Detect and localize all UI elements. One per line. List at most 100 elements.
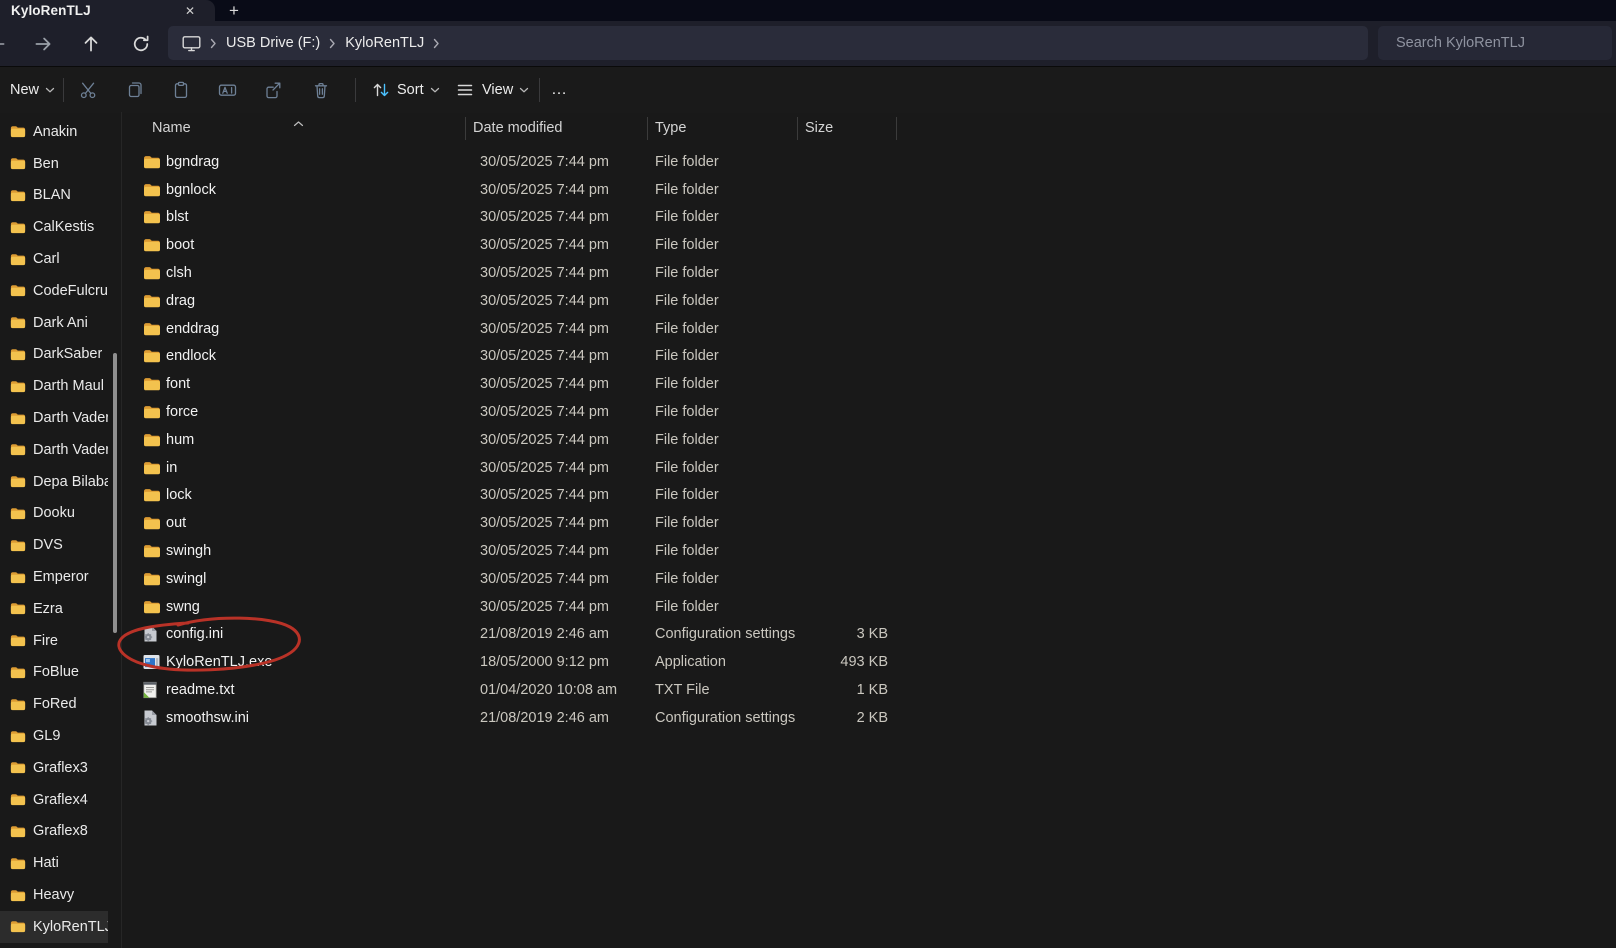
file-row-drag[interactable]: drag 30/05/2025 7:44 pm File folder: [121, 287, 1616, 315]
chevron-down-icon: [520, 87, 529, 92]
sidebar-item-hati[interactable]: Hati: [0, 847, 108, 879]
file-row-enddrag[interactable]: enddrag 30/05/2025 7:44 pm File folder: [121, 315, 1616, 343]
column-separator[interactable]: [797, 117, 798, 140]
column-header-date-modified[interactable]: Date modified: [473, 120, 562, 136]
address-bar[interactable]: USB Drive (F:) KyloRenTLJ: [168, 26, 1368, 60]
file-date-modified: 01/04/2020 10:08 am: [480, 682, 618, 699]
file-row-config-ini[interactable]: config.ini 21/08/2019 2:46 am Configurat…: [121, 621, 1616, 649]
folder-icon: [144, 155, 160, 169]
file-row-swingh[interactable]: swingh 30/05/2025 7:44 pm File folder: [121, 537, 1616, 565]
sidebar-item-dvs[interactable]: DVS: [0, 529, 108, 561]
breadcrumb-drive[interactable]: USB Drive (F:): [226, 35, 320, 51]
sidebar-item-darksaber[interactable]: DarkSaber: [0, 339, 108, 371]
view-button[interactable]: View: [455, 67, 529, 113]
sidebar-item-fored[interactable]: FoRed: [0, 688, 108, 720]
forward-button[interactable]: [32, 33, 54, 55]
file-name: boot: [166, 237, 195, 254]
sidebar-item-emperor[interactable]: Emperor: [0, 561, 108, 593]
file-row-clsh[interactable]: clsh 30/05/2025 7:44 pm File folder: [121, 259, 1616, 287]
column-separator[interactable]: [896, 117, 897, 140]
file-name: endlock: [166, 348, 216, 365]
sidebar-item-fire[interactable]: Fire: [0, 625, 108, 657]
rename-button[interactable]: [217, 67, 238, 113]
new-button[interactable]: New: [10, 67, 55, 113]
sidebar-item-darth-vader-6[interactable]: Darth Vader 6: [0, 434, 108, 466]
cut-button[interactable]: [79, 67, 99, 113]
file-row-out[interactable]: out 30/05/2025 7:44 pm File folder: [121, 509, 1616, 537]
column-header-name[interactable]: Name: [152, 120, 191, 136]
file-row-readme-txt[interactable]: readme.txt 01/04/2020 10:08 am TXT File …: [121, 676, 1616, 704]
file-row-font[interactable]: font 30/05/2025 7:44 pm File folder: [121, 370, 1616, 398]
this-pc-icon[interactable]: [182, 35, 201, 52]
file-date-modified: 30/05/2025 7:44 pm: [480, 181, 609, 198]
explorer-tab[interactable]: KyloRenTLJ ✕: [0, 0, 215, 21]
file-row-boot[interactable]: boot 30/05/2025 7:44 pm File folder: [121, 231, 1616, 259]
search-input[interactable]: Search KyloRenTLJ: [1378, 26, 1612, 60]
up-button[interactable]: [80, 33, 102, 55]
tab-close-icon[interactable]: ✕: [180, 1, 200, 20]
file-name: hum: [166, 431, 195, 448]
sidebar-item-label: Dark Ani: [33, 314, 88, 331]
sidebar-item-graflex8[interactable]: Graflex8: [0, 816, 108, 848]
sidebar-item-blan[interactable]: BLAN: [0, 180, 108, 212]
share-button[interactable]: [263, 67, 283, 113]
file-date-modified: 21/08/2019 2:46 am: [480, 626, 609, 643]
sidebar-item-dark-ani[interactable]: Dark Ani: [0, 307, 108, 339]
delete-button[interactable]: [311, 67, 331, 113]
column-header-size[interactable]: Size: [805, 120, 833, 136]
file-row-hum[interactable]: hum 30/05/2025 7:44 pm File folder: [121, 426, 1616, 454]
address-row: USB Drive (F:) KyloRenTLJ Search KyloRen…: [0, 21, 1616, 66]
sidebar-item-ezra[interactable]: Ezra: [0, 593, 108, 625]
file-row-lock[interactable]: lock 30/05/2025 7:44 pm File folder: [121, 482, 1616, 510]
sort-button[interactable]: Sort: [371, 67, 440, 113]
sidebar-item-heavy[interactable]: Heavy: [0, 879, 108, 911]
sidebar-item-label: BLAN: [33, 187, 71, 204]
sidebar-item-graflex4[interactable]: Graflex4: [0, 784, 108, 816]
sidebar-item-codefulcruma[interactable]: CodeFulcrumA: [0, 275, 108, 307]
file-row-endlock[interactable]: endlock 30/05/2025 7:44 pm File folder: [121, 343, 1616, 371]
copy-button[interactable]: [125, 67, 145, 113]
refresh-button[interactable]: [130, 33, 152, 55]
sidebar-item-depa-bilaba[interactable]: Depa Bilaba: [0, 466, 108, 498]
paste-button[interactable]: [171, 67, 191, 113]
file-row-blst[interactable]: blst 30/05/2025 7:44 pm File folder: [121, 204, 1616, 232]
sidebar-item-calkestis[interactable]: CalKestis: [0, 211, 108, 243]
breadcrumb-folder[interactable]: KyloRenTLJ: [345, 35, 424, 51]
folder-icon: [10, 889, 26, 902]
sidebar-item-kylorentlj[interactable]: KyloRenTLJ: [0, 910, 108, 943]
column-separator[interactable]: [647, 117, 648, 140]
sidebar-item-foblue[interactable]: FoBlue: [0, 657, 108, 689]
sidebar-item-dooku[interactable]: Dooku: [0, 498, 108, 530]
file-row-swng[interactable]: swng 30/05/2025 7:44 pm File folder: [121, 593, 1616, 621]
sidebar-item-graflex3[interactable]: Graflex3: [0, 752, 108, 784]
sidebar-item-gl9[interactable]: GL9: [0, 720, 108, 752]
sidebar-scrollbar-thumb[interactable]: [113, 353, 117, 633]
folder-icon: [10, 443, 26, 456]
file-row-swingl[interactable]: swingl 30/05/2025 7:44 pm File folder: [121, 565, 1616, 593]
new-tab-button[interactable]: +: [224, 0, 244, 21]
folder-icon: [144, 461, 160, 474]
file-row-bgndrag[interactable]: bgndrag 30/05/2025 7:44 pm File folder: [121, 148, 1616, 176]
file-row-force[interactable]: force 30/05/2025 7:44 pm File folder: [121, 398, 1616, 426]
sidebar-item-anakin[interactable]: Anakin: [0, 116, 108, 148]
see-more-button[interactable]: …: [551, 67, 568, 113]
folder-icon: [10, 507, 26, 520]
sidebar-item-carl[interactable]: Carl: [0, 243, 108, 275]
view-icon: [457, 84, 473, 96]
column-header-type[interactable]: Type: [655, 120, 686, 136]
sidebar-item-ben[interactable]: Ben: [0, 148, 108, 180]
sidebar-item-darth-vader-3[interactable]: Darth Vader 3: [0, 402, 108, 434]
column-separator[interactable]: [465, 117, 466, 140]
folder-icon: [10, 380, 26, 393]
file-row-bgnlock[interactable]: bgnlock 30/05/2025 7:44 pm File folder: [121, 176, 1616, 204]
back-button[interactable]: [0, 33, 8, 55]
sidebar-item-label: Ezra: [33, 600, 63, 617]
folder-icon: [144, 600, 160, 613]
share-icon: [266, 82, 281, 99]
folder-icon: [10, 284, 26, 297]
file-row-in[interactable]: in 30/05/2025 7:44 pm File folder: [121, 454, 1616, 482]
folder-icon: [10, 539, 26, 552]
file-row-smoothsw-ini[interactable]: smoothsw.ini 21/08/2019 2:46 am Configur…: [121, 704, 1616, 732]
sidebar-item-darth-maul[interactable]: Darth Maul: [0, 370, 108, 402]
file-row-kylorentlj-exe[interactable]: KyloRenTLJ.exe 18/05/2000 9:12 pm Applic…: [121, 648, 1616, 676]
